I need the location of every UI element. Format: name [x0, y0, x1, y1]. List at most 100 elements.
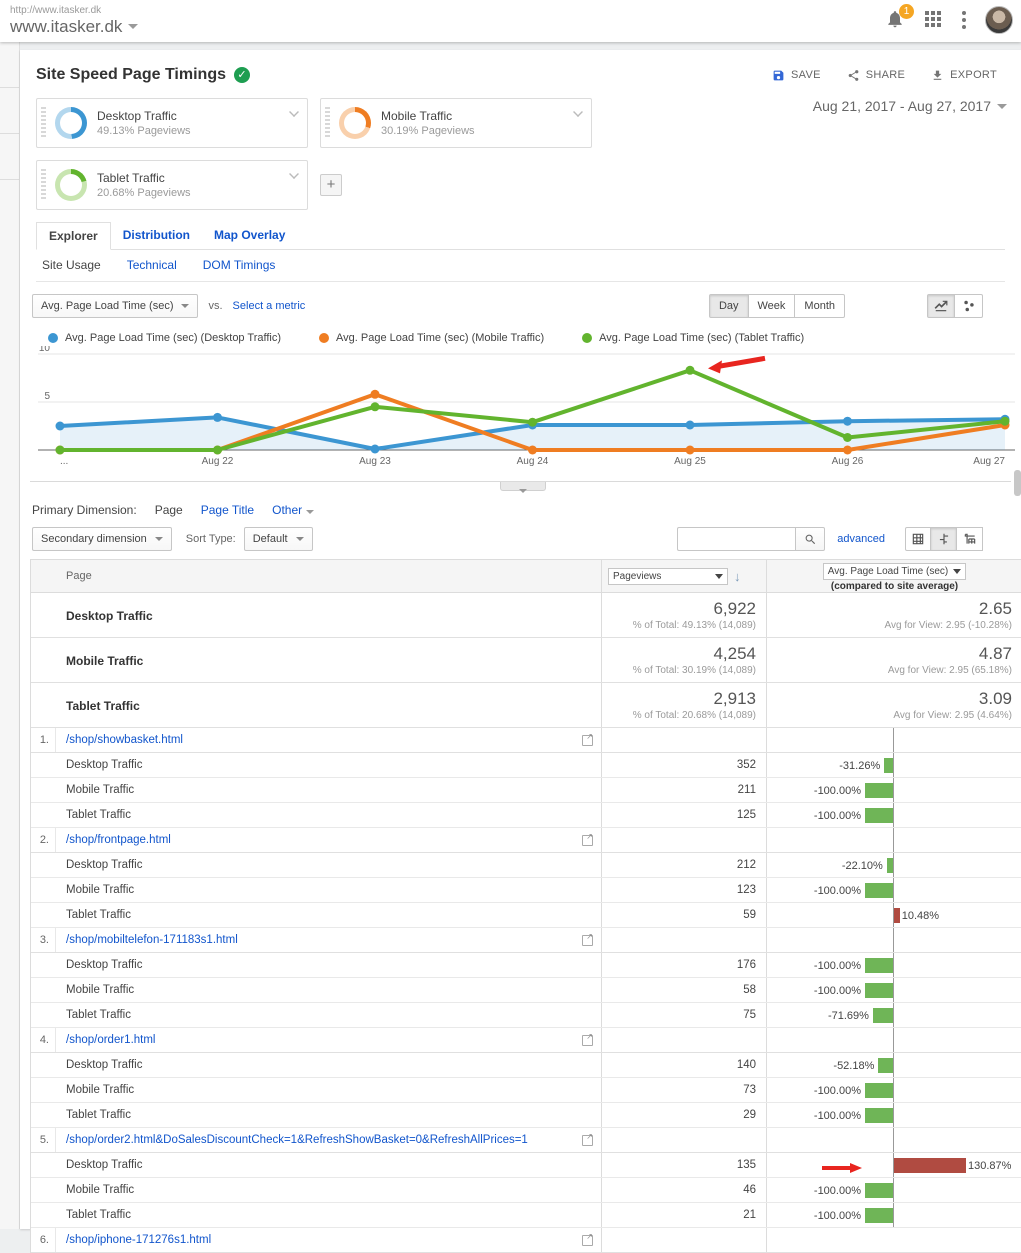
subrow-label: Mobile Traffic	[66, 1084, 135, 1096]
external-link-icon[interactable]	[582, 932, 593, 946]
advanced-search-link[interactable]: advanced	[837, 533, 885, 545]
export-button[interactable]: EXPORT	[931, 69, 997, 82]
chevron-down-icon[interactable]	[573, 107, 583, 117]
dimension-option-page-title[interactable]: Page Title	[201, 503, 254, 517]
overflow-menu-icon[interactable]	[961, 11, 967, 29]
external-link-icon[interactable]	[582, 1132, 593, 1146]
svg-text:Aug 27: Aug 27	[973, 456, 1005, 467]
donut-icon	[339, 107, 371, 139]
secondary-dimension-dropdown[interactable]: Secondary dimension	[32, 527, 172, 551]
negative-change-bar	[884, 758, 893, 773]
segment-card-tablet-traffic[interactable]: Tablet Traffic 20.68% Pageviews	[36, 160, 308, 210]
save-icon	[773, 70, 784, 80]
subtab-site-usage[interactable]: Site Usage	[42, 258, 101, 272]
data-view-toggle[interactable]	[905, 527, 931, 551]
chevron-down-icon	[306, 510, 315, 514]
drag-handle-icon[interactable]	[325, 107, 330, 139]
subrow-pageviews: 58	[601, 978, 766, 1002]
subtab-dom-timings[interactable]: DOM Timings	[203, 258, 276, 272]
page-url-link[interactable]: /shop/order1.html	[66, 1034, 156, 1046]
tab-distribution[interactable]: Distribution	[111, 222, 202, 249]
table-header-row: Page Pageviews ↓ Avg. Page Load Time (se…	[31, 560, 1021, 593]
granularity-day[interactable]: Day	[708, 294, 749, 318]
legend-item: Avg. Page Load Time (sec) (Tablet Traffi…	[582, 332, 804, 344]
external-link-icon[interactable]	[582, 732, 593, 746]
page-url-link[interactable]: /shop/order2.html&DoSalesDiscountCheck=1…	[66, 1134, 528, 1146]
tab-map-overlay[interactable]: Map Overlay	[202, 222, 297, 249]
apps-grid-icon[interactable]	[925, 11, 943, 29]
metric-column-dropdown[interactable]: Avg. Page Load Time (sec)	[822, 563, 967, 580]
subtab-technical[interactable]: Technical	[127, 258, 177, 272]
annotations-drawer-toggle[interactable]	[500, 482, 546, 493]
page-url-link[interactable]: /shop/mobiltelefon-171183s1.html	[66, 934, 238, 946]
table-subrow: Mobile Traffic 123 -100.00%	[31, 878, 1021, 903]
external-link-icon[interactable]	[582, 1232, 593, 1246]
save-label: SAVE	[791, 69, 821, 81]
summary-metric-subtext: Avg for View: 2.95 (-10.28%)	[884, 620, 1012, 631]
chevron-down-icon[interactable]	[289, 107, 299, 117]
chevron-down-icon	[997, 104, 1007, 109]
change-percent-label: -100.00%	[813, 1085, 861, 1097]
change-percent-label: -71.69%	[827, 1010, 869, 1022]
change-percent-label: -100.00%	[813, 885, 861, 897]
chevron-down-icon	[295, 537, 304, 541]
page-url-link[interactable]: /shop/iphone-171276s1.html	[66, 1234, 211, 1246]
pageviews-column-dropdown[interactable]: Pageviews	[608, 567, 728, 585]
bar-axis-line	[893, 1178, 894, 1202]
avatar[interactable]	[985, 6, 1013, 34]
notifications-button[interactable]: 1	[885, 4, 914, 32]
search-input[interactable]	[677, 527, 795, 551]
granularity-month[interactable]: Month	[795, 294, 845, 318]
bar-axis-line	[893, 1078, 894, 1102]
drag-handle-icon[interactable]	[41, 169, 46, 201]
page-url-link[interactable]: /shop/showbasket.html	[66, 734, 183, 746]
account-selector[interactable]: www.itasker.dk	[10, 17, 139, 37]
tab-explorer[interactable]: Explorer	[36, 222, 111, 250]
dimension-option-page[interactable]: Page	[155, 503, 183, 517]
external-link-icon[interactable]	[582, 832, 593, 846]
sort-direction-icon[interactable]: ↓	[734, 569, 741, 584]
add-segment-button[interactable]: +	[320, 174, 342, 196]
change-percent-label: -100.00%	[813, 1185, 861, 1197]
pivot-view-toggle[interactable]	[957, 527, 983, 551]
bar-axis-line	[893, 853, 894, 877]
dimension-option-other[interactable]: Other	[272, 503, 315, 517]
change-percent-label: -100.00%	[813, 1110, 861, 1122]
download-icon	[933, 70, 942, 80]
timeseries-chart[interactable]: 5 10... Aug 22 Aug 23 Aug 24 Aug 25 Aug 26 Aug …	[30, 343, 1015, 481]
chevron-down-icon[interactable]	[289, 169, 299, 179]
share-button[interactable]: SHARE	[847, 69, 905, 82]
metric-dropdown[interactable]: Avg. Page Load Time (sec)	[32, 294, 199, 318]
segment-card-desktop-traffic[interactable]: Desktop Traffic 49.13% Pageviews	[36, 98, 308, 148]
subrow-label: Tablet Traffic	[66, 1009, 131, 1021]
line-chart-toggle[interactable]	[927, 294, 955, 318]
segment-card-mobile-traffic[interactable]: Mobile Traffic 30.19% Pageviews	[320, 98, 592, 148]
notification-badge: 1	[899, 4, 914, 19]
bar-axis-line	[893, 953, 894, 977]
scrollbar-thumb[interactable]	[1014, 470, 1021, 496]
negative-change-bar	[865, 983, 893, 998]
negative-change-bar	[865, 808, 893, 823]
legend-label: Avg. Page Load Time (sec) (Mobile Traffi…	[336, 332, 545, 344]
drag-handle-icon[interactable]	[41, 107, 46, 139]
table-view-toggles	[905, 527, 983, 551]
summary-pageviews-subtext: % of Total: 49.13% (14,089)	[632, 620, 756, 631]
negative-change-bar	[865, 1208, 893, 1223]
sort-type-dropdown[interactable]: Default	[243, 527, 313, 551]
metric-column-label: Avg. Page Load Time (sec)	[827, 566, 949, 577]
date-range-selector[interactable]: Aug 21, 2017 - Aug 27, 2017	[813, 98, 1007, 114]
save-button[interactable]: SAVE	[772, 69, 821, 82]
primary-dimension-label: Primary Dimension:	[32, 503, 137, 517]
svg-text:Aug 26: Aug 26	[832, 456, 864, 467]
search-button[interactable]	[795, 527, 825, 551]
comparison-view-toggle[interactable]	[931, 527, 957, 551]
collapsed-sidebar[interactable]	[0, 42, 20, 1229]
granularity-week[interactable]: Week	[748, 294, 796, 318]
subrow-pageviews: 73	[601, 1078, 766, 1102]
bar-axis-line	[893, 803, 894, 827]
motion-chart-toggle[interactable]	[955, 294, 983, 318]
select-metric-link[interactable]: Select a metric	[233, 300, 306, 312]
page-url-link[interactable]: /shop/frontpage.html	[66, 834, 171, 846]
external-link-icon[interactable]	[582, 1032, 593, 1046]
table-subrow: Tablet Traffic 75 -71.69%	[31, 1003, 1021, 1028]
